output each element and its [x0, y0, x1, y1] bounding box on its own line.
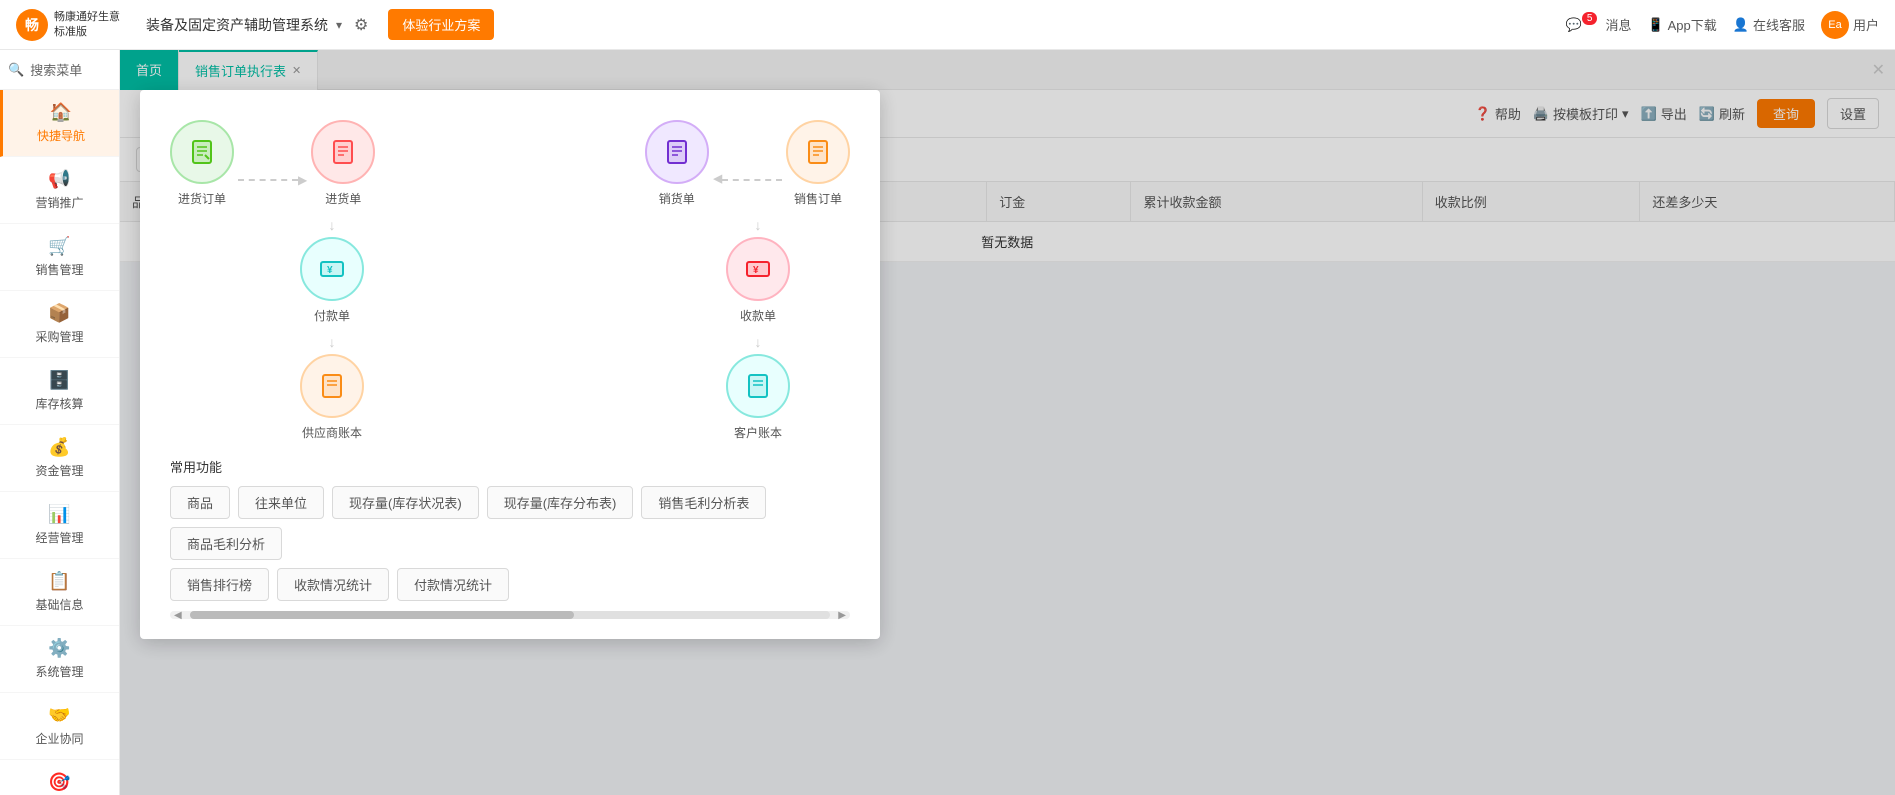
- inventory-icon: 🗄️: [48, 370, 70, 391]
- flow-node-payment[interactable]: ¥ 付款单: [300, 237, 364, 324]
- supplier-ledger-circle: [300, 354, 364, 418]
- func-btn-sales-profit[interactable]: 销售毛利分析表: [641, 486, 766, 519]
- flow-node-sales-bill[interactable]: 销货单: [645, 120, 709, 207]
- message-button[interactable]: 💬 5 消息: [1566, 15, 1632, 34]
- flow-middle-row: ↓ ¥ 付款单 ↓ ¥ 收款单: [180, 217, 850, 324]
- down-arrow-customer: ↓: [755, 334, 762, 350]
- sidebar-item-basic-info[interactable]: 📋 基础信息: [0, 559, 119, 626]
- arrow-sales-order-to-bill: ▶: [713, 173, 782, 187]
- customer-ledger-circle: [726, 354, 790, 418]
- func-buttons-row2: 销售排行榜 收款情况统计 付款情况统计: [170, 568, 850, 601]
- supplier-ledger-col: ↓ 供应商账本: [300, 334, 364, 441]
- receipt-col: ↓ ¥ 收款单: [726, 217, 790, 324]
- scrollbar-left-arrow[interactable]: ◀: [170, 610, 186, 621]
- basic-info-icon: 📋: [48, 571, 70, 592]
- marketing-icon: 📢: [48, 169, 70, 190]
- search-menu-item[interactable]: 🔍 搜索菜单: [0, 50, 119, 90]
- func-btn-stock-status[interactable]: 现存量(库存状况表): [332, 486, 479, 519]
- flow-node-receipt[interactable]: ¥ 收款单: [726, 237, 790, 324]
- sidebar-item-guide[interactable]: 🎯 新手引导: [0, 760, 119, 795]
- sidebar-item-marketing[interactable]: 📢 营销推广: [0, 157, 119, 224]
- finance-icon: 💰: [48, 437, 70, 458]
- logo-area: 畅 畅康通好生意 标准版: [16, 9, 136, 41]
- header-right: 💬 5 消息 📱 App下载 👤 在线客服 Ea 用户: [1566, 11, 1879, 39]
- customer-ledger-col: ↓ 客户账本: [726, 334, 790, 441]
- flow-node-purchase-order[interactable]: 进货订单: [170, 120, 234, 207]
- system-title-area: 装备及固定资产辅助管理系统 ▾ ⚙ 体验行业方案: [146, 9, 1566, 40]
- phone-icon: 📱: [1647, 17, 1663, 33]
- payment-circle: ¥: [300, 237, 364, 301]
- modal-scrollbar[interactable]: ◀ ▶: [170, 611, 850, 619]
- sidebar-item-quick-nav[interactable]: 🏠 快捷导航: [0, 90, 119, 157]
- collab-icon: 🤝: [48, 705, 70, 726]
- flow-node-customer-ledger[interactable]: 客户账本: [726, 354, 790, 441]
- home-icon: 🏠: [50, 102, 72, 123]
- svg-text:¥: ¥: [753, 265, 759, 276]
- experience-button[interactable]: 体验行业方案: [388, 9, 494, 40]
- func-btn-counterparty[interactable]: 往来单位: [238, 486, 324, 519]
- avatar: Ea: [1821, 11, 1849, 39]
- search-icon: 🔍: [8, 62, 24, 78]
- scrollbar-right-arrow[interactable]: ▶: [834, 610, 850, 621]
- receipt-circle: ¥: [726, 237, 790, 301]
- flow-node-purchase-bill[interactable]: 进货单: [311, 120, 375, 207]
- message-icon: 💬: [1566, 17, 1582, 33]
- scrollbar-track[interactable]: [190, 611, 831, 619]
- down-arrow-receipt: ↓: [755, 217, 762, 233]
- gear-icon[interactable]: ⚙: [354, 15, 368, 35]
- purchase-order-circle: [170, 120, 234, 184]
- scrollbar-thumb[interactable]: [190, 611, 574, 619]
- sidebar-item-collab[interactable]: 🤝 企业协同: [0, 693, 119, 760]
- flow-node-supplier-ledger[interactable]: 供应商账本: [300, 354, 364, 441]
- func-btn-product-profit[interactable]: 商品毛利分析: [170, 527, 282, 560]
- func-btn-product[interactable]: 商品: [170, 486, 230, 519]
- func-btn-receipt-stats[interactable]: 收款情况统计: [277, 568, 389, 601]
- purchase-bill-circle: [311, 120, 375, 184]
- app-download-button[interactable]: 📱 App下载: [1647, 15, 1716, 34]
- logo-icon: 畅: [16, 9, 48, 41]
- sales-order-circle: [786, 120, 850, 184]
- service-icon: 👤: [1733, 17, 1749, 33]
- sidebar-item-system[interactable]: ⚙️ 系统管理: [0, 626, 119, 693]
- quick-nav-modal: 进货订单 ▶ 进货单 销货单 ▶: [140, 90, 880, 639]
- sidebar: 🔍 搜索菜单 🏠 快捷导航 📢 营销推广 🛒 销售管理 📦 采购管理 🗄️ 库存…: [0, 50, 120, 795]
- sidebar-item-finance[interactable]: 💰 资金管理: [0, 425, 119, 492]
- sidebar-item-inventory[interactable]: 🗄️ 库存核算: [0, 358, 119, 425]
- user-area[interactable]: Ea 用户: [1821, 11, 1879, 39]
- flow-node-sales-order[interactable]: 销售订单: [786, 120, 850, 207]
- online-service-button[interactable]: 👤 在线客服: [1733, 15, 1805, 34]
- func-btn-payment-stats[interactable]: 付款情况统计: [397, 568, 509, 601]
- flow-top-row: 进货订单 ▶ 进货单 销货单 ▶: [170, 120, 850, 207]
- top-header: 畅 畅康通好生意 标准版 装备及固定资产辅助管理系统 ▾ ⚙ 体验行业方案 💬 …: [0, 0, 1895, 50]
- sidebar-item-operations[interactable]: 📊 经营管理: [0, 492, 119, 559]
- common-funcs-title: 常用功能: [170, 457, 850, 476]
- sidebar-item-sales[interactable]: 🛒 销售管理: [0, 224, 119, 291]
- logo-symbol: 畅: [25, 15, 39, 35]
- func-btn-sales-rank[interactable]: 销售排行榜: [170, 568, 269, 601]
- down-arrow-payment: ↓: [329, 217, 336, 233]
- system-icon: ⚙️: [48, 638, 70, 659]
- sidebar-item-purchase[interactable]: 📦 采购管理: [0, 291, 119, 358]
- purchase-icon: 📦: [48, 303, 70, 324]
- flow-bottom-row: ↓ 供应商账本 ↓ 客户账本: [180, 334, 850, 441]
- payment-col: ↓ ¥ 付款单: [300, 217, 364, 324]
- arrow-purchase-order-to-bill: ▶: [238, 173, 307, 187]
- svg-text:¥: ¥: [327, 265, 333, 276]
- common-functions-section: 常用功能 商品 往来单位 现存量(库存状况表) 现存量(库存分布表) 销售毛利分…: [170, 457, 850, 601]
- down-arrow-supplier: ↓: [329, 334, 336, 350]
- system-title-text: 装备及固定资产辅助管理系统: [146, 15, 328, 35]
- logo-text: 畅康通好生意 标准版: [54, 10, 120, 39]
- operations-icon: 📊: [48, 504, 70, 525]
- sales-bill-circle: [645, 120, 709, 184]
- guide-icon: 🎯: [48, 772, 70, 793]
- sales-icon: 🛒: [48, 236, 70, 257]
- system-dropdown-arrow[interactable]: ▾: [336, 18, 342, 32]
- func-buttons-row1: 商品 往来单位 现存量(库存状况表) 现存量(库存分布表) 销售毛利分析表 商品…: [170, 486, 850, 560]
- func-btn-stock-dist[interactable]: 现存量(库存分布表): [487, 486, 634, 519]
